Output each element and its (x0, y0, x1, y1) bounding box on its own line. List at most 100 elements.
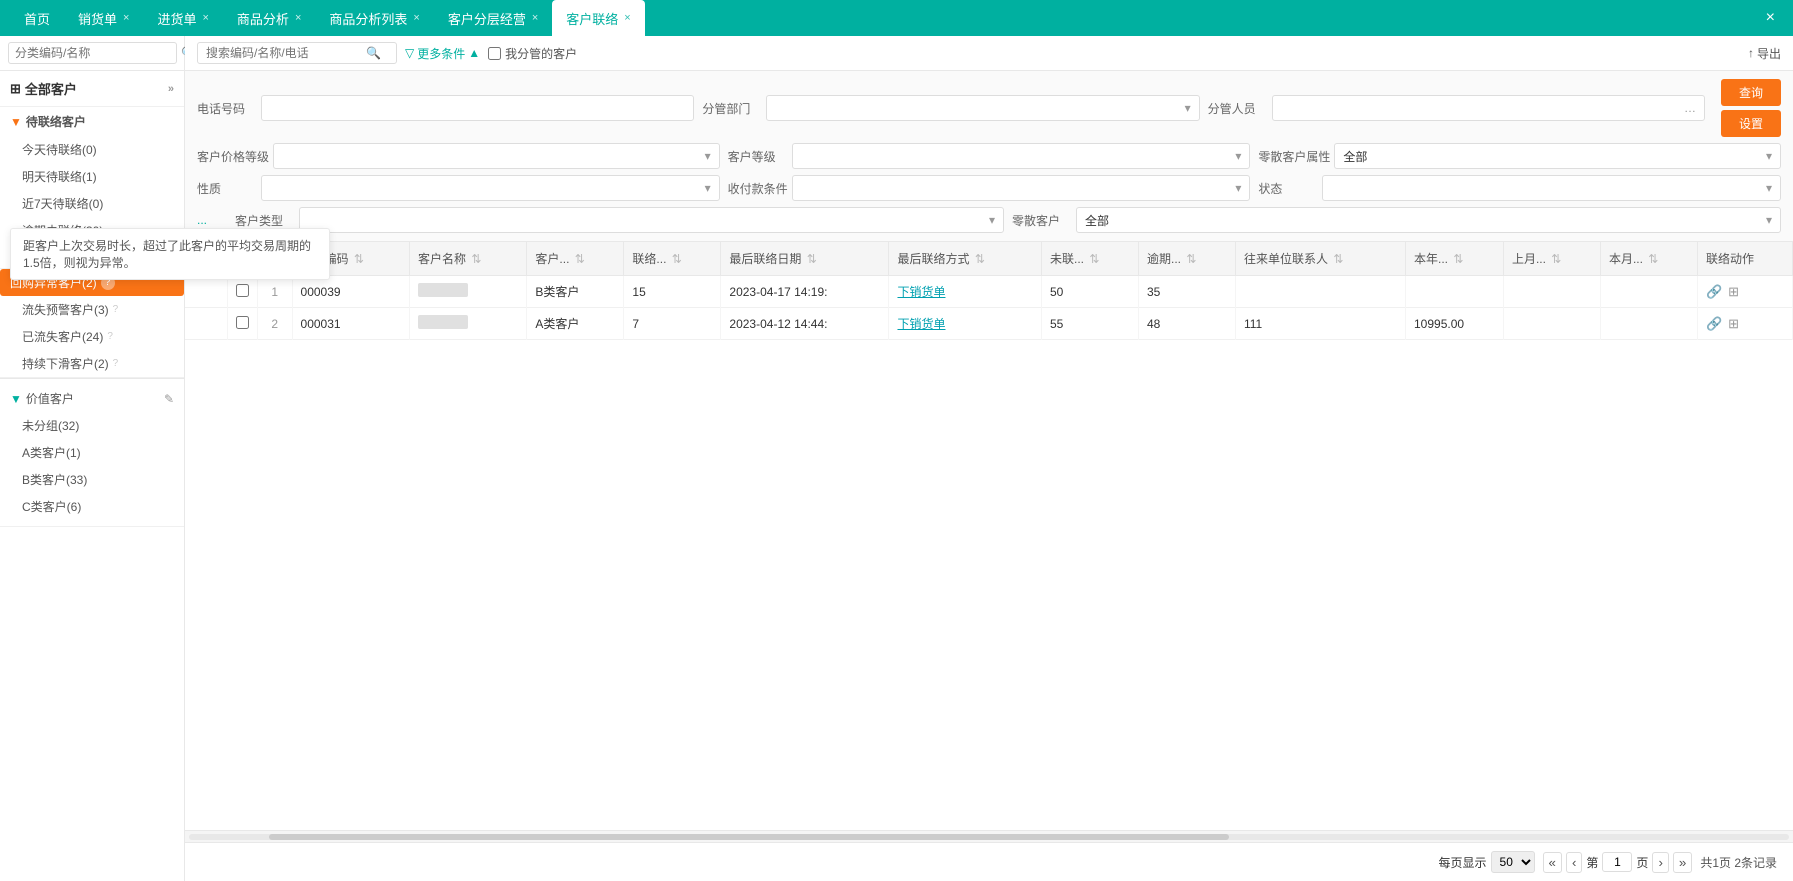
adv-row-3: 性质 ▾ 收付款条件 ▾ 状态 (197, 175, 1781, 201)
page-number-input[interactable] (1602, 852, 1632, 872)
person-select[interactable]: … (1272, 95, 1705, 121)
window-close-icon[interactable]: × (1758, 9, 1783, 27)
search-icon-main[interactable]: 🔍 (366, 46, 381, 60)
prev-page-btn[interactable]: ‹ (1566, 852, 1582, 873)
close-customer-segment-icon[interactable]: × (532, 12, 538, 24)
sidebar-item-class-b[interactable]: B类客户(33) (0, 466, 184, 493)
row1-this-month (1600, 276, 1697, 308)
close-purchase-icon[interactable]: × (202, 12, 208, 24)
row2-checkbox[interactable] (227, 308, 257, 340)
sidebar-item-lost-risk[interactable]: 流失预警客户(3) ? (0, 296, 184, 323)
scrollbar-track[interactable] (189, 834, 1789, 840)
setup-button[interactable]: 设置 (1721, 110, 1781, 137)
retail-customer-select[interactable]: 全部 ▾ (1076, 207, 1781, 233)
sidebar-item-class-a[interactable]: A类客户(1) (0, 439, 184, 466)
row2-last-contact-method[interactable]: 下销货单 (889, 308, 1042, 340)
dept-select[interactable]: ▾ (766, 95, 1199, 121)
row1-action-grid-icon[interactable]: ⊞ (1728, 284, 1739, 300)
info-icon-declining: ? (113, 358, 119, 369)
nav-item-product-analysis-list[interactable]: 商品分析列表 × (315, 0, 433, 36)
customer-type-column-header[interactable]: 客户... ⇅ (527, 242, 624, 276)
sidebar-search-area: 🔍 (0, 36, 184, 71)
row2-last-contact-date: 2023-04-12 14:44: (721, 308, 889, 340)
my-customer-checkbox[interactable] (488, 47, 501, 60)
last-contact-date-column-header[interactable]: 最后联络日期 ⇅ (721, 242, 889, 276)
category-search-input[interactable] (8, 42, 177, 64)
per-page-label: 每页显示 (1439, 854, 1487, 871)
payment-field: 收付款条件 ▾ (728, 175, 1251, 201)
close-sales-icon[interactable]: × (123, 12, 129, 24)
status-select[interactable]: ▾ (1322, 175, 1781, 201)
row1-action-link-icon[interactable]: 🔗 (1706, 284, 1722, 300)
nav-item-home[interactable]: 首页 (10, 0, 64, 36)
not-contact-column-header[interactable]: 未联... ⇅ (1041, 242, 1138, 276)
last-month-column-header[interactable]: 上月... ⇅ (1503, 242, 1600, 276)
payment-select[interactable]: ▾ (792, 175, 1251, 201)
customer-name-column-header[interactable]: 客户名称 ⇅ (409, 242, 526, 276)
sidebar-item-7days[interactable]: 近7天待联络(0) (0, 190, 184, 217)
scrollbar-thumb[interactable] (269, 834, 1229, 840)
contact-person-column-header[interactable]: 往来单位联系人 ⇅ (1235, 242, 1405, 276)
customer-level-select[interactable]: ▾ (792, 143, 1251, 169)
person-label: 分管人员 (1208, 100, 1268, 117)
customer-type-select[interactable]: ▾ (299, 207, 1004, 233)
info-icon-lost-risk: ? (113, 304, 119, 315)
horizontal-scrollbar[interactable] (185, 830, 1793, 842)
nav-item-sales[interactable]: 销货单 × (64, 0, 143, 36)
last-page-btn[interactable]: » (1673, 852, 1692, 873)
next-page-btn[interactable]: › (1652, 852, 1668, 873)
sidebar: 🔍 ⊞ 全部客户 » ▼ 待联络客户 今天待联络(0) 明天待联络(1) 近7天… (0, 36, 185, 881)
more-dots[interactable]: ... (197, 213, 207, 227)
close-product-analysis-icon[interactable]: × (295, 12, 301, 24)
price-level-select[interactable]: ▾ (273, 143, 720, 169)
row2-action-link-icon[interactable]: 🔗 (1706, 316, 1722, 332)
this-month-column-header[interactable]: 本月... ⇅ (1600, 242, 1697, 276)
sidebar-item-lost[interactable]: 已流失客户(24) ? (0, 323, 184, 350)
sidebar-collapse-btn[interactable]: » (168, 83, 174, 95)
content-area: 🔍 ▽ 更多条件 ▲ 我分管的客户 ↑ 导出 电话号码 (185, 36, 1793, 881)
price-level-caret-icon: ▾ (705, 149, 711, 163)
row1-customer-code[interactable]: 000039 (292, 276, 409, 308)
overdue-column-header[interactable]: 逾期... ⇅ (1138, 242, 1235, 276)
per-page-selector: 每页显示 50 (1439, 851, 1535, 873)
nav-item-customer-segment[interactable]: 客户分层经营 × (434, 0, 552, 36)
first-page-btn[interactable]: « (1543, 852, 1562, 873)
row2-select-checkbox[interactable] (236, 316, 249, 329)
per-page-select[interactable]: 50 (1491, 851, 1535, 873)
value-customers-title[interactable]: ▼ 价值客户 ✎ (0, 385, 184, 412)
sidebar-item-tomorrow[interactable]: 明天待联络(1) (0, 163, 184, 190)
nav-item-product-analysis[interactable]: 商品分析 × (223, 0, 315, 36)
more-filters-btn[interactable]: ▽ 更多条件 ▲ (405, 45, 480, 62)
this-year-column-header[interactable]: 本年... ⇅ (1406, 242, 1504, 276)
row1-checkbox[interactable] (227, 276, 257, 308)
close-product-analysis-list-icon[interactable]: × (413, 12, 419, 24)
close-customer-contact-icon[interactable]: × (624, 12, 630, 24)
customer-search-input[interactable] (206, 46, 366, 60)
sidebar-item-today[interactable]: 今天待联络(0) (0, 136, 184, 163)
row1-last-contact-method[interactable]: 下销货单 (889, 276, 1042, 308)
phone-input[interactable] (261, 95, 694, 121)
row1-select-checkbox[interactable] (236, 284, 249, 297)
row1-customer-name[interactable] (409, 276, 526, 308)
last-contact-method-column-header[interactable]: 最后联络方式 ⇅ (889, 242, 1042, 276)
nav-item-customer-contact[interactable]: 客户联络 × (552, 0, 644, 36)
pending-contact-title[interactable]: ▼ 待联络客户 (0, 107, 184, 136)
export-btn[interactable]: ↑ 导出 (1748, 45, 1781, 62)
abnormal-section: 回购异常客户(2) ? 流失预警客户(3) ? 已流失客户(24) ? 持续下滑… (0, 269, 184, 378)
sort-icon-contact: ⇅ (672, 252, 682, 266)
row2-customer-name[interactable] (409, 308, 526, 340)
row2-customer-code[interactable]: 000031 (292, 308, 409, 340)
sidebar-item-ungroup[interactable]: 未分组(32) (0, 412, 184, 439)
row1-customer-type: B类客户 (527, 276, 624, 308)
query-button[interactable]: 查询 (1721, 79, 1781, 106)
sidebar-item-declining[interactable]: 持续下滑客户(2) ? (0, 350, 184, 377)
customer-level-caret-icon: ▾ (1235, 149, 1241, 163)
person-field: 分管人员 … (1208, 95, 1705, 121)
row2-action-grid-icon[interactable]: ⊞ (1728, 316, 1739, 332)
contact-count-column-header[interactable]: 联络... ⇅ (624, 242, 721, 276)
nav-item-purchase[interactable]: 进货单 × (143, 0, 222, 36)
retail-attr-select[interactable]: 全部 ▾ (1334, 143, 1781, 169)
gender-select[interactable]: ▾ (261, 175, 720, 201)
value-customers-edit-icon[interactable]: ✎ (164, 392, 174, 406)
sidebar-item-class-c[interactable]: C类客户(6) (0, 493, 184, 520)
